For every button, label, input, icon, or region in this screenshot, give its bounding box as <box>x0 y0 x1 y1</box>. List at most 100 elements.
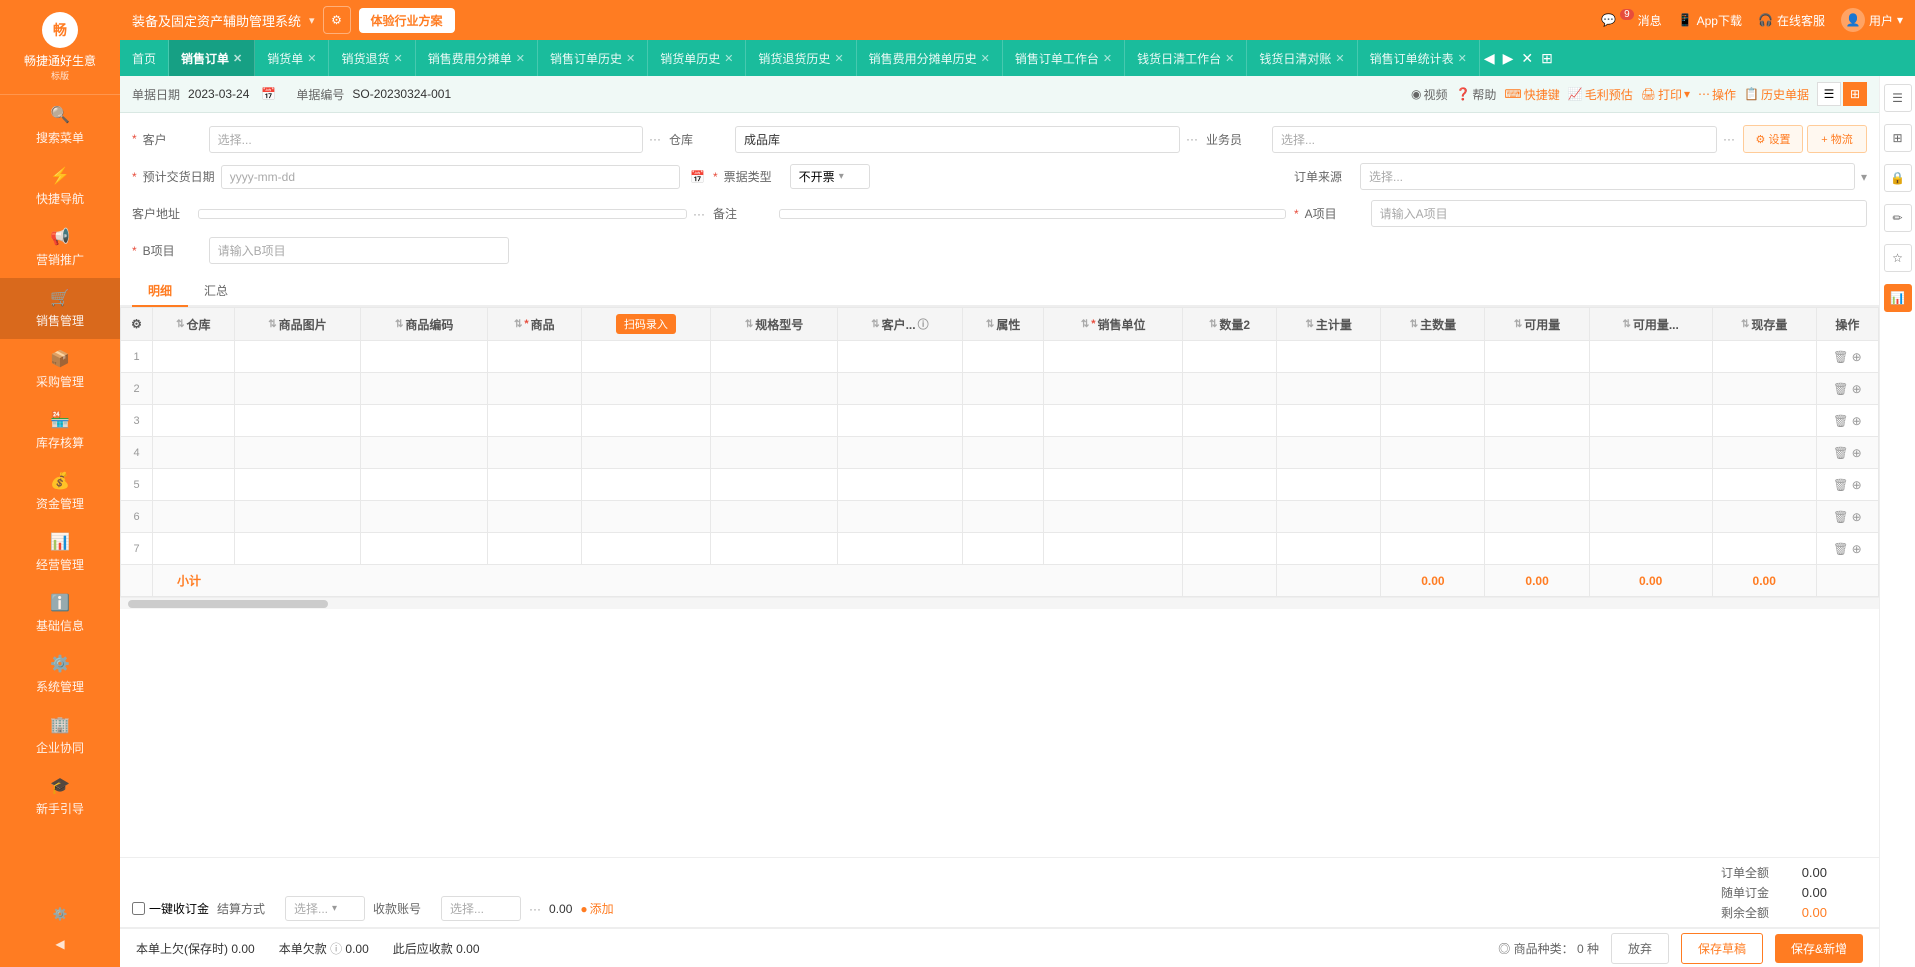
source-caret-icon[interactable]: ▾ <box>1861 170 1867 184</box>
tab-home[interactable]: 首页 <box>120 40 169 76</box>
row-main-unit[interactable] <box>1277 469 1381 501</box>
row-customer-code[interactable] <box>837 373 962 405</box>
online-service-btn[interactable]: 🎧 在线客服 <box>1758 12 1825 29</box>
sort-icon[interactable]: ⇅ <box>1306 319 1314 330</box>
panel-btn-1[interactable]: ☰ <box>1884 84 1912 112</box>
row-goods[interactable] <box>488 501 581 533</box>
warehouse-more-icon[interactable]: ··· <box>1186 132 1198 146</box>
delete-icon[interactable]: 🗑 <box>1833 350 1848 364</box>
scrollbar-thumb[interactable] <box>128 600 328 608</box>
tab-close-icon[interactable]: ✕ <box>233 52 242 65</box>
row-avail-qty[interactable] <box>1485 437 1589 469</box>
row-qty2[interactable] <box>1182 341 1276 373</box>
tab-close-icon[interactable]: ✕ <box>1225 52 1234 65</box>
address-more-icon[interactable]: ··· <box>693 207 705 221</box>
sort-icon[interactable]: ⇅ <box>871 319 879 330</box>
customer-code-info-icon[interactable]: ⓘ <box>918 316 929 332</box>
sidebar-item-inventory[interactable]: 🏪 库存核算 <box>0 400 120 461</box>
sidebar-item-finance[interactable]: 💰 资金管理 <box>0 461 120 522</box>
row-spec[interactable] <box>711 437 838 469</box>
row-avail-more[interactable] <box>1589 341 1712 373</box>
sidebar-item-sales[interactable]: 🛒 销售管理 <box>0 278 120 339</box>
row-main-unit[interactable] <box>1277 373 1381 405</box>
row-warehouse[interactable] <box>153 373 235 405</box>
row-attr[interactable] <box>962 437 1044 469</box>
row-warehouse[interactable] <box>153 501 235 533</box>
sort-icon[interactable]: ⇅ <box>395 319 403 330</box>
tab-next-btn[interactable]: ▶ <box>1499 40 1518 76</box>
a-project-input[interactable]: 请输入A项目 <box>1371 200 1867 227</box>
row-avail-qty[interactable] <box>1485 469 1589 501</box>
tab-reconcile[interactable]: 钱货日清对账 ✕ <box>1247 40 1357 76</box>
row-image[interactable] <box>234 533 361 565</box>
row-customer-code[interactable] <box>837 469 962 501</box>
bank-select[interactable]: 选择... <box>441 896 521 921</box>
row-warehouse[interactable] <box>153 533 235 565</box>
row-unit[interactable] <box>1044 437 1183 469</box>
tab-invoice-history[interactable]: 销货单历史 ✕ <box>648 40 746 76</box>
row-unit[interactable] <box>1044 341 1183 373</box>
delete-icon[interactable]: 🗑 <box>1833 446 1848 460</box>
delivery-input[interactable]: yyyy-mm-dd <box>221 165 680 189</box>
app-download-btn[interactable]: 📱 App下载 <box>1678 12 1742 29</box>
row-stock[interactable] <box>1712 437 1816 469</box>
row-code[interactable] <box>361 437 488 469</box>
bank-more-icon[interactable]: ··· <box>529 902 541 916</box>
row-unit[interactable] <box>1044 501 1183 533</box>
sidebar-item-guide[interactable]: 🎓 新手引导 <box>0 766 120 827</box>
messages-btn[interactable]: 💬 9 消息 <box>1601 12 1662 29</box>
panel-btn-3[interactable]: 🔒 <box>1884 164 1912 192</box>
invoice-select[interactable]: 不开票 ▾ <box>790 164 870 189</box>
more-actions-btn[interactable]: ⋯ 操作 <box>1698 86 1736 103</box>
one-click-checkbox[interactable] <box>132 902 145 915</box>
row-goods[interactable] <box>488 469 581 501</box>
row-goods[interactable] <box>488 373 581 405</box>
sort-icon[interactable]: ⇅ <box>1514 319 1522 330</box>
row-main-qty[interactable] <box>1381 533 1485 565</box>
profit-btn[interactable]: 📈 毛利预估 <box>1568 86 1633 103</box>
info-icon[interactable]: ⓘ <box>330 942 342 956</box>
tab-prev-btn[interactable]: ◀ <box>1480 40 1499 76</box>
tab-close-icon[interactable]: ✕ <box>834 52 843 65</box>
row-stock[interactable] <box>1712 341 1816 373</box>
row-avail-more[interactable] <box>1589 405 1712 437</box>
add-item-btn[interactable]: + 物流 <box>1807 125 1867 153</box>
tab-order-history[interactable]: 销售订单历史 ✕ <box>538 40 648 76</box>
panel-btn-5[interactable]: ☆ <box>1884 244 1912 272</box>
payment-select[interactable]: 选择... ▾ <box>285 896 365 921</box>
list-layout-btn[interactable]: ☰ <box>1817 82 1841 106</box>
row-customer-code[interactable] <box>837 501 962 533</box>
sidebar-item-shortcut[interactable]: ⚡ 快捷导航 <box>0 156 120 217</box>
row-attr[interactable] <box>962 405 1044 437</box>
row-attr[interactable] <box>962 373 1044 405</box>
tab-close-all-btn[interactable]: ✕ <box>1517 40 1537 76</box>
sort-icon[interactable]: ⇅ <box>1741 319 1749 330</box>
sidebar-item-search[interactable]: 🔍 搜索菜单 <box>0 95 120 156</box>
row-main-qty[interactable] <box>1381 405 1485 437</box>
row-code[interactable] <box>361 373 488 405</box>
tab-workbench[interactable]: 销售订单工作台 ✕ <box>1003 40 1125 76</box>
scan-button[interactable]: 扫码录入 <box>616 314 676 334</box>
panel-btn-4[interactable]: ✏ <box>1884 204 1912 232</box>
row-image[interactable] <box>234 341 361 373</box>
order-source-input[interactable]: 选择... <box>1360 163 1855 190</box>
row-avail-more[interactable] <box>1589 501 1712 533</box>
tab-daily-clear[interactable]: 钱货日清工作台 ✕ <box>1125 40 1247 76</box>
row-spec[interactable] <box>711 469 838 501</box>
discard-button[interactable]: 放弃 <box>1611 933 1669 964</box>
row-attr[interactable] <box>962 501 1044 533</box>
grid-layout-btn[interactable]: ⊞ <box>1843 82 1867 106</box>
row-main-unit[interactable] <box>1277 405 1381 437</box>
staff-more-icon[interactable]: ··· <box>1723 132 1735 146</box>
collapse-btn[interactable]: ◀ <box>0 929 120 959</box>
sidebar-item-management[interactable]: 📊 经营管理 <box>0 522 120 583</box>
row-goods[interactable] <box>488 533 581 565</box>
col-settings-icon[interactable]: ⚙ <box>131 317 142 331</box>
staff-input[interactable]: 选择... <box>1272 126 1717 153</box>
tab-close-icon[interactable]: ✕ <box>626 52 635 65</box>
row-warehouse[interactable] <box>153 405 235 437</box>
th-scan[interactable]: 扫码录入 <box>581 308 711 341</box>
address-input[interactable] <box>198 209 687 219</box>
copy-icon[interactable]: ⊕ <box>1852 510 1862 524</box>
row-customer-code[interactable] <box>837 533 962 565</box>
